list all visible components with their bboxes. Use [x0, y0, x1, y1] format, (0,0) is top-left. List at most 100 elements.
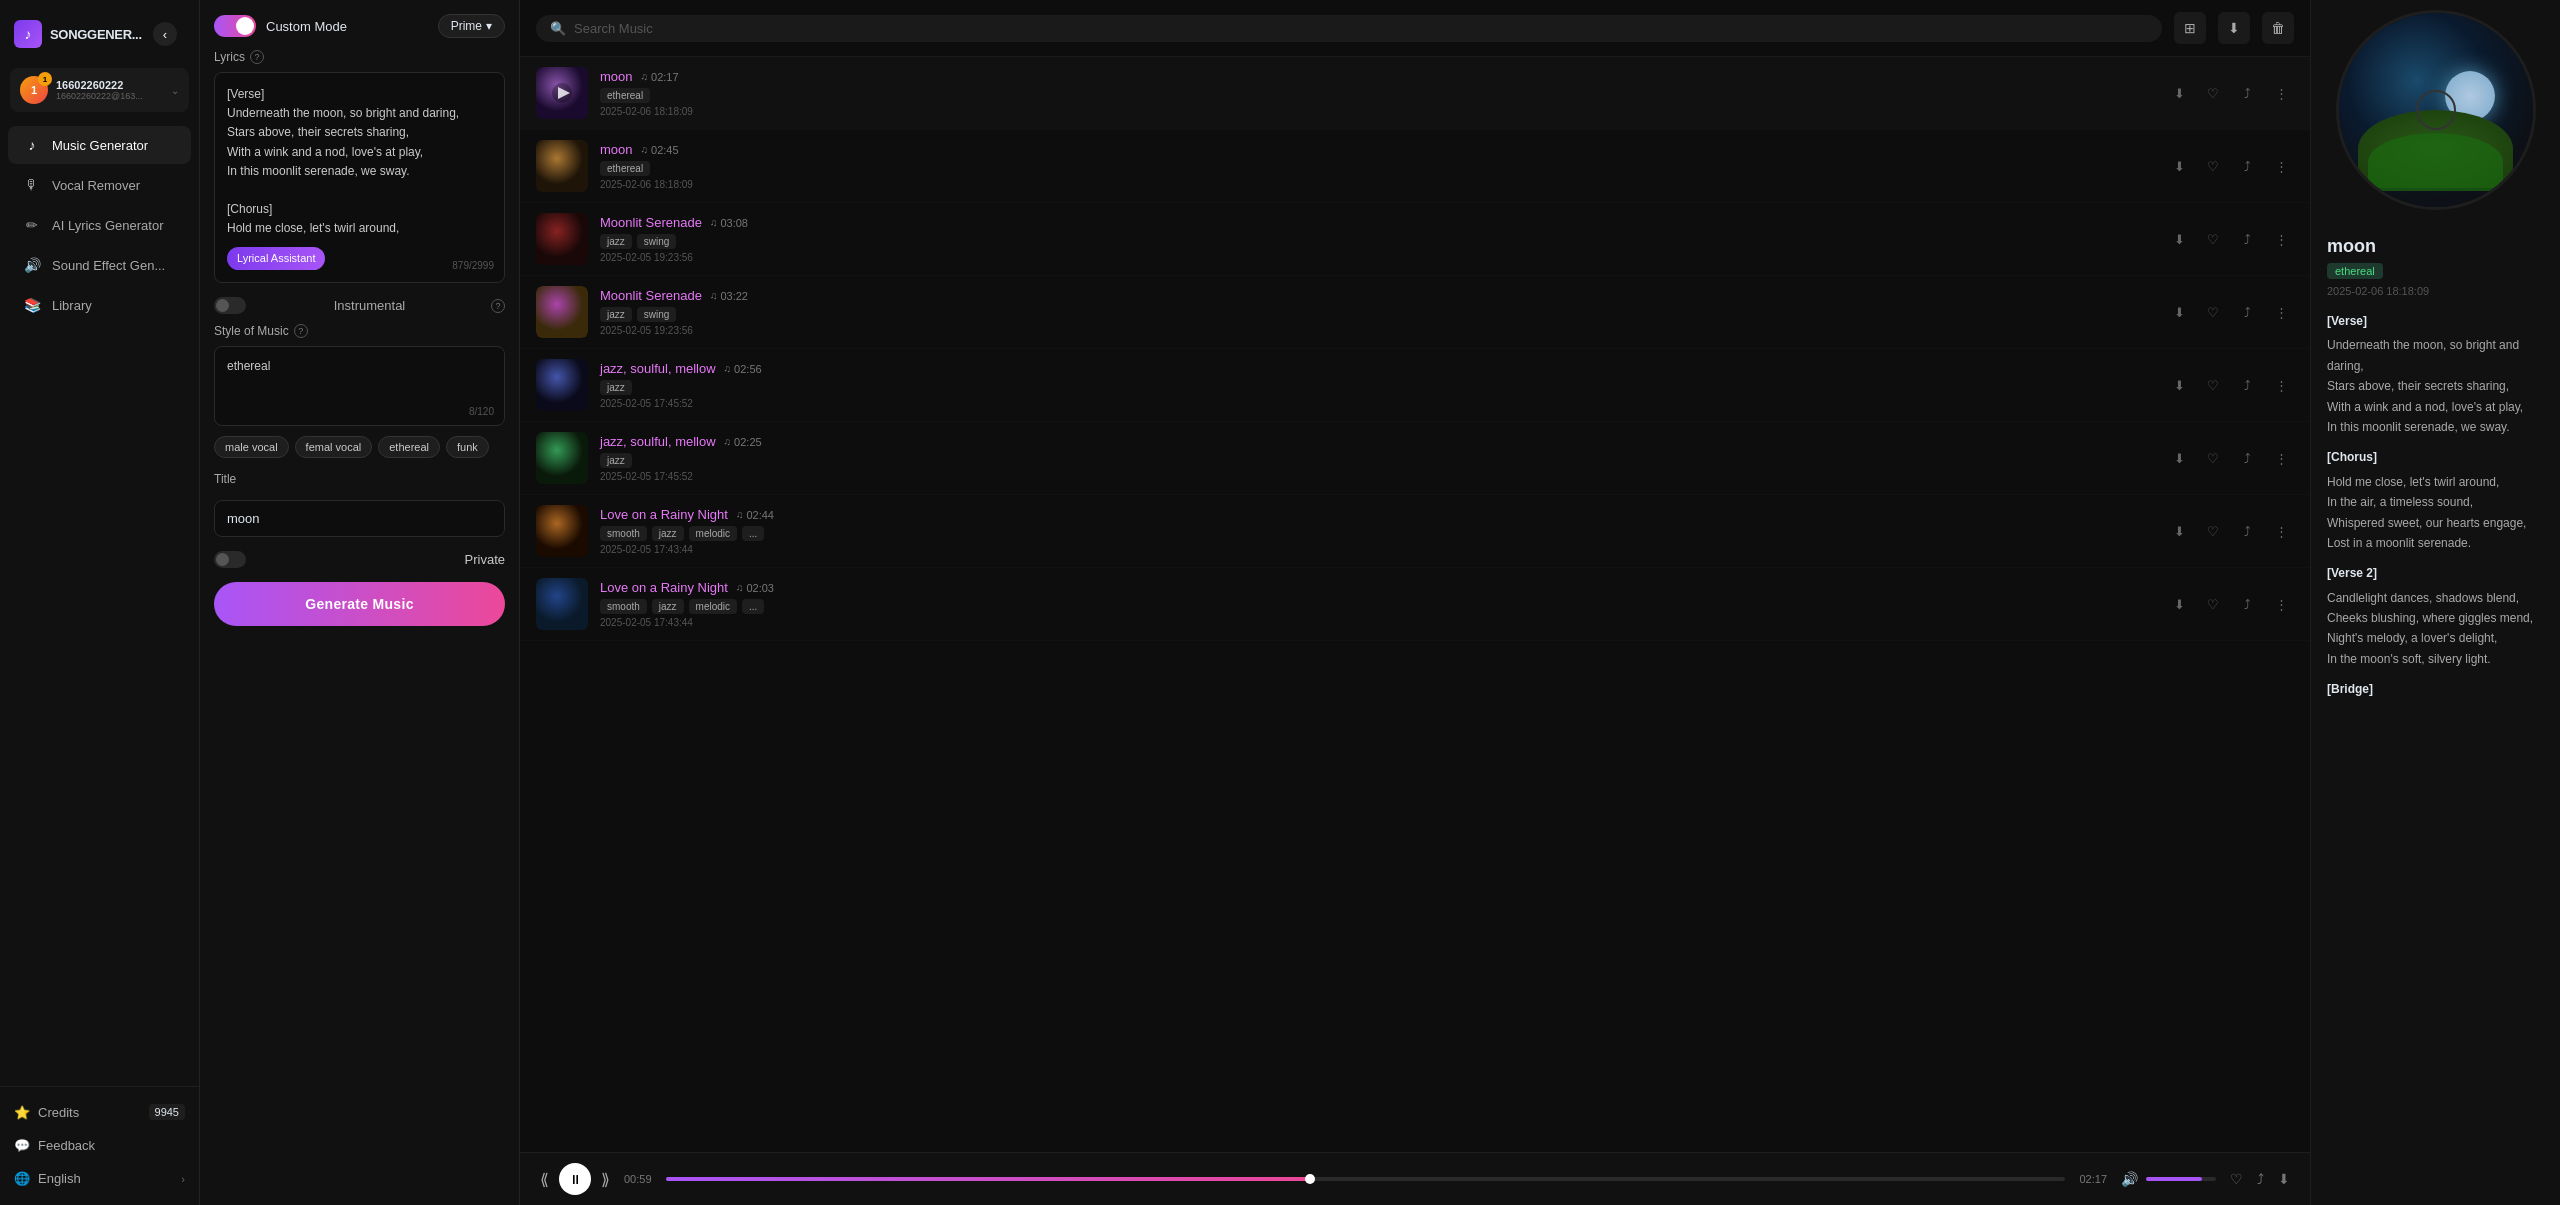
- progress-bar[interactable]: [666, 1177, 2066, 1181]
- like-song-button[interactable]: ♡: [2200, 591, 2226, 617]
- lyrics-box[interactable]: [Verse] Underneath the moon, so bright a…: [214, 72, 505, 283]
- album-circle: [2336, 10, 2536, 210]
- private-toggle[interactable]: [214, 551, 246, 568]
- song-tag: swing: [637, 307, 677, 322]
- search-input[interactable]: [574, 21, 2148, 36]
- sidebar-item-music-generator[interactable]: ♪ Music Generator: [8, 126, 191, 164]
- like-song-button[interactable]: ♡: [2200, 226, 2226, 252]
- song-date: 2025-02-05 17:45:52: [600, 471, 2154, 482]
- style-tag-ethereal[interactable]: ethereal: [378, 436, 440, 458]
- song-tag: smooth: [600, 599, 647, 614]
- title-input[interactable]: [214, 500, 505, 537]
- like-song-button[interactable]: ♡: [2200, 372, 2226, 398]
- list-item[interactable]: jazz, soulful, mellow ♫ 02:56 jazz 2025-…: [520, 349, 2310, 422]
- song-tag: ...: [742, 526, 764, 541]
- more-song-button[interactable]: ⋮: [2268, 518, 2294, 544]
- instrumental-help-icon[interactable]: ?: [491, 299, 505, 313]
- sidebar-item-label: AI Lyrics Generator: [52, 218, 164, 233]
- download-song-button[interactable]: ⬇: [2166, 372, 2192, 398]
- download-player-button[interactable]: ⬇: [2278, 1171, 2290, 1187]
- style-tag-male-vocal[interactable]: male vocal: [214, 436, 289, 458]
- svg-rect-8: [536, 505, 588, 557]
- style-help-icon[interactable]: ?: [294, 324, 308, 338]
- songs-scroll: moon ♫ 02:17 ethereal 2025-02-06 18:18:0…: [520, 57, 2310, 1152]
- lyrical-assistant-button[interactable]: Lyrical Assistant: [227, 247, 325, 271]
- like-song-button[interactable]: ♡: [2200, 518, 2226, 544]
- list-item[interactable]: Love on a Rainy Night ♫ 02:44 smoothjazz…: [520, 495, 2310, 568]
- share-player-button[interactable]: ⤴: [2257, 1171, 2264, 1187]
- download-song-button[interactable]: ⬇: [2166, 226, 2192, 252]
- song-duration: ♫ 02:44: [736, 509, 774, 521]
- delete-button[interactable]: 🗑: [2262, 12, 2294, 44]
- more-song-button[interactable]: ⋮: [2268, 591, 2294, 617]
- lyrics-help-icon[interactable]: ?: [250, 50, 264, 64]
- heart-button[interactable]: ♡: [2230, 1171, 2243, 1187]
- instrumental-toggle[interactable]: [214, 297, 246, 314]
- volume-icon[interactable]: 🔊: [2121, 1171, 2138, 1187]
- custom-mode-toggle[interactable]: [214, 15, 256, 37]
- prime-badge[interactable]: Prime ▾: [438, 14, 505, 38]
- generate-music-button[interactable]: Generate Music: [214, 582, 505, 626]
- credits-item[interactable]: ⭐ Credits 9945: [0, 1095, 199, 1129]
- language-item[interactable]: 🌐 English ›: [0, 1162, 199, 1195]
- feedback-item[interactable]: 💬 Feedback: [0, 1129, 199, 1162]
- more-song-button[interactable]: ⋮: [2268, 299, 2294, 325]
- style-tag-funk[interactable]: funk: [446, 436, 489, 458]
- sidebar-back-button[interactable]: ‹: [153, 22, 177, 46]
- download-song-button[interactable]: ⬇: [2166, 445, 2192, 471]
- download-song-button[interactable]: ⬇: [2166, 591, 2192, 617]
- song-tags: jazzswing: [600, 234, 2154, 249]
- style-box[interactable]: ethereal 8/120: [214, 346, 505, 426]
- share-song-button[interactable]: ⤴: [2234, 153, 2260, 179]
- like-song-button[interactable]: ♡: [2200, 445, 2226, 471]
- list-item[interactable]: jazz, soulful, mellow ♫ 02:25 jazz 2025-…: [520, 422, 2310, 495]
- right-panel: moon ethereal 2025-02-06 18:18:09 [Verse…: [2310, 0, 2560, 1205]
- volume-bar[interactable]: [2146, 1177, 2216, 1181]
- download-song-button[interactable]: ⬇: [2166, 80, 2192, 106]
- bridge-label: [Bridge]: [2327, 679, 2544, 699]
- song-name: jazz, soulful, mellow: [600, 361, 716, 376]
- avatar: 1 1: [20, 76, 48, 104]
- download-song-button[interactable]: ⬇: [2166, 518, 2192, 544]
- song-name: moon: [600, 142, 633, 157]
- song-tags: jazzswing: [600, 307, 2154, 322]
- download-song-button[interactable]: ⬇: [2166, 299, 2192, 325]
- share-song-button[interactable]: ⤴: [2234, 518, 2260, 544]
- private-row: Private: [214, 551, 505, 568]
- share-song-button[interactable]: ⤴: [2234, 226, 2260, 252]
- like-song-button[interactable]: ♡: [2200, 299, 2226, 325]
- share-song-button[interactable]: ⤴: [2234, 80, 2260, 106]
- download-song-button[interactable]: ⬇: [2166, 153, 2192, 179]
- more-song-button[interactable]: ⋮: [2268, 445, 2294, 471]
- download-button[interactable]: ⬇: [2218, 12, 2250, 44]
- sidebar-item-library[interactable]: 📚 Library: [8, 286, 191, 324]
- forward-button[interactable]: ⟫: [601, 1170, 610, 1189]
- instrumental-row: Instrumental ?: [214, 297, 505, 314]
- style-tag-femal-vocal[interactable]: femal vocal: [295, 436, 373, 458]
- sidebar-item-sound-effect[interactable]: 🔊 Sound Effect Gen...: [8, 246, 191, 284]
- grid-view-button[interactable]: ⊞: [2174, 12, 2206, 44]
- sidebar-item-vocal-remover[interactable]: 🎙 Vocal Remover: [8, 166, 191, 204]
- list-item[interactable]: Moonlit Serenade ♫ 03:22 jazzswing 2025-…: [520, 276, 2310, 349]
- share-song-button[interactable]: ⤴: [2234, 372, 2260, 398]
- more-song-button[interactable]: ⋮: [2268, 226, 2294, 252]
- rewind-button[interactable]: ⟪: [540, 1170, 549, 1189]
- like-song-button[interactable]: ♡: [2200, 153, 2226, 179]
- sidebar-item-ai-lyrics[interactable]: ✏ AI Lyrics Generator: [8, 206, 191, 244]
- list-item[interactable]: Moonlit Serenade ♫ 03:08 jazzswing 2025-…: [520, 203, 2310, 276]
- share-song-button[interactable]: ⤴: [2234, 445, 2260, 471]
- play-pause-button[interactable]: ⏸: [559, 1163, 591, 1195]
- more-song-button[interactable]: ⋮: [2268, 153, 2294, 179]
- list-item[interactable]: moon ♫ 02:17 ethereal 2025-02-06 18:18:0…: [520, 57, 2310, 130]
- language-chevron-icon: ›: [181, 1173, 185, 1185]
- share-song-button[interactable]: ⤴: [2234, 591, 2260, 617]
- song-thumbnail: [536, 359, 588, 411]
- list-item[interactable]: moon ♫ 02:45 ethereal 2025-02-06 18:18:0…: [520, 130, 2310, 203]
- user-section[interactable]: 1 1 16602260222 16602260222@163... ⌄: [10, 68, 189, 112]
- song-actions: ⬇ ♡ ⤴ ⋮: [2166, 226, 2294, 252]
- list-item[interactable]: Love on a Rainy Night ♫ 02:03 smoothjazz…: [520, 568, 2310, 641]
- share-song-button[interactable]: ⤴: [2234, 299, 2260, 325]
- more-song-button[interactable]: ⋮: [2268, 372, 2294, 398]
- more-song-button[interactable]: ⋮: [2268, 80, 2294, 106]
- like-song-button[interactable]: ♡: [2200, 80, 2226, 106]
